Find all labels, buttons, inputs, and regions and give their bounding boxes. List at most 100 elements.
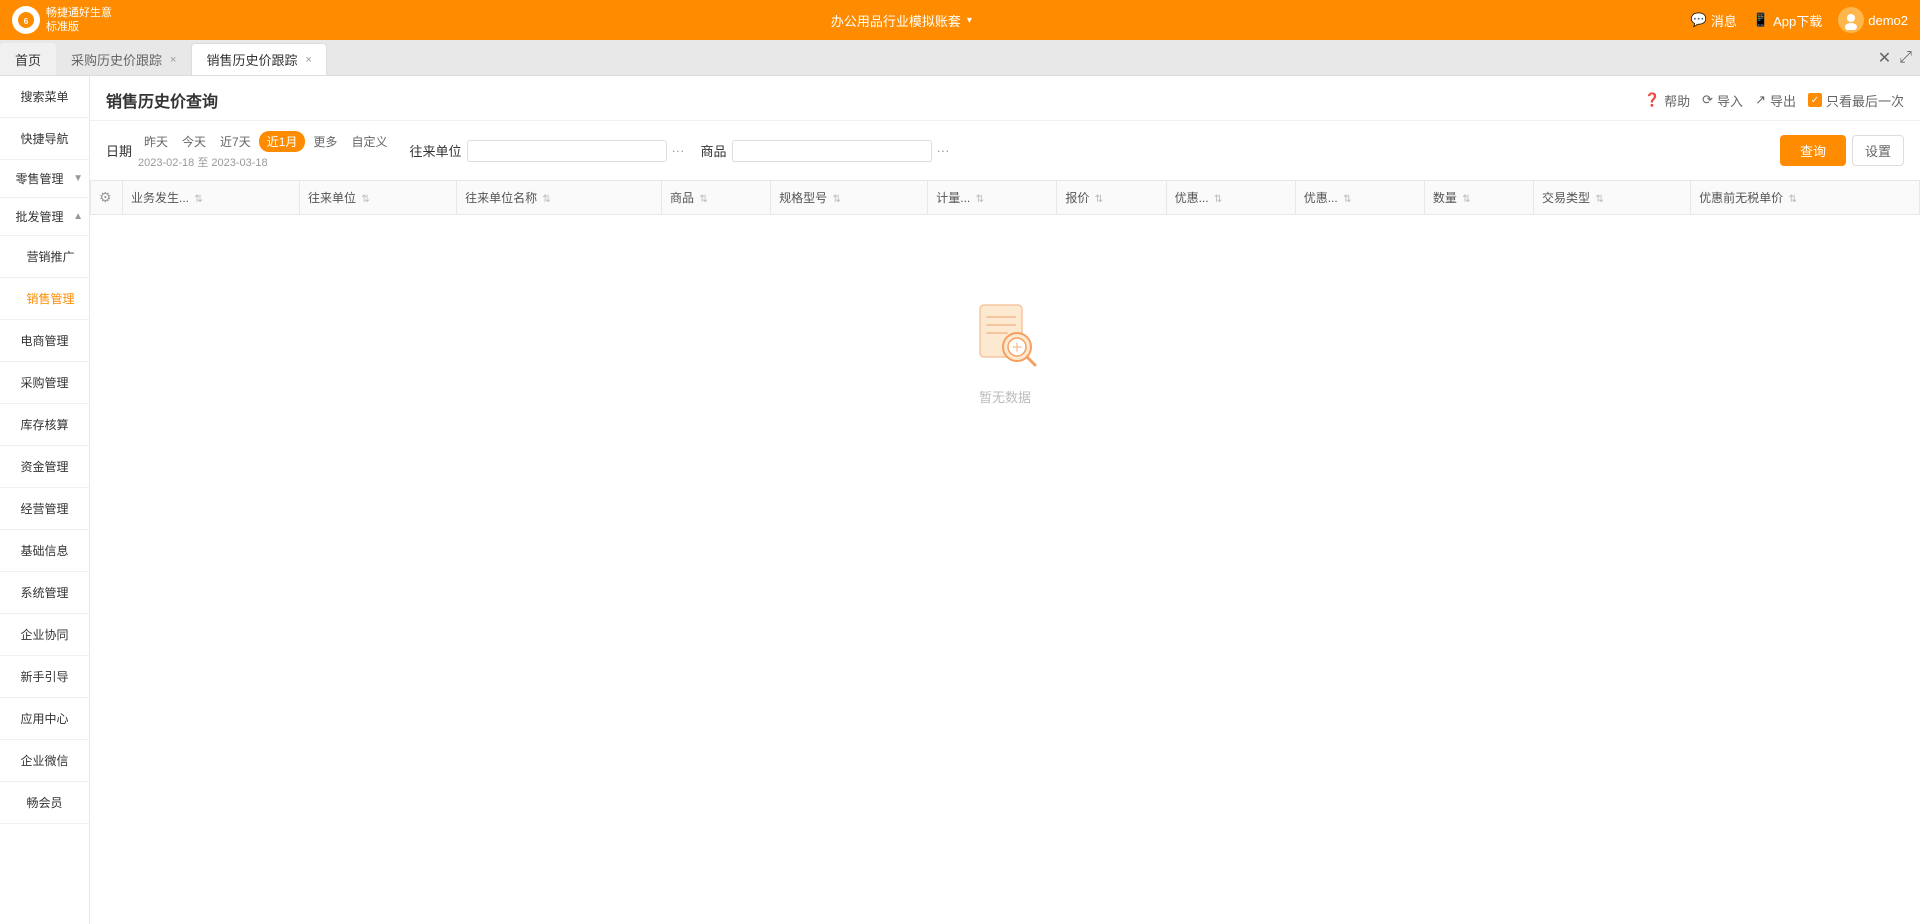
sort-unit[interactable]: ⇅ bbox=[976, 194, 984, 205]
sidebar-item-marketing[interactable]: 营销推广 bbox=[0, 236, 89, 278]
yesterday-button[interactable]: 昨天 bbox=[138, 131, 174, 152]
col-unit: 计量... ⇅ bbox=[928, 181, 1057, 215]
col-quote: 报价 ⇅ bbox=[1057, 181, 1166, 215]
tab-purchase-close[interactable]: × bbox=[170, 54, 176, 66]
main-layout: 搜索菜单 快捷导航 零售管理 ▼ 批发管理 ▲ 营销推广 销售管理 电商管理 采… bbox=[0, 76, 1920, 924]
more-button[interactable]: 更多 bbox=[307, 131, 343, 152]
sidebar-ecommerce-label: 电商管理 bbox=[20, 334, 68, 348]
col-pretax-price: 优惠前无税单价 ⇅ bbox=[1691, 181, 1920, 215]
logo-icon: 6 bbox=[12, 6, 40, 34]
sidebar-item-retail[interactable]: 零售管理 ▼ bbox=[0, 160, 89, 198]
export-icon: ↗ bbox=[1755, 92, 1766, 108]
col-discount2: 优惠... ⇅ bbox=[1295, 181, 1424, 215]
col-discount1: 优惠... ⇅ bbox=[1166, 181, 1295, 215]
sidebar-item-collab[interactable]: 企业协同 bbox=[0, 614, 89, 656]
custom-button[interactable]: 自定义 bbox=[345, 131, 393, 152]
product-dots-button[interactable]: ··· bbox=[936, 143, 949, 158]
sidebar-item-operations[interactable]: 经营管理 bbox=[0, 488, 89, 530]
sidebar-newuser-label: 新手引导 bbox=[20, 670, 68, 684]
sort-quantity[interactable]: ⇅ bbox=[1462, 194, 1470, 205]
sidebar-basics-label: 基础信息 bbox=[20, 544, 68, 558]
download-button[interactable]: 📱 App下载 bbox=[1753, 11, 1822, 30]
export-button[interactable]: ↗ 导出 bbox=[1755, 91, 1796, 110]
today-button[interactable]: 今天 bbox=[176, 131, 212, 152]
sidebar-item-basics[interactable]: 基础信息 bbox=[0, 530, 89, 572]
page-title-bar: 销售历史价查询 ❓ 帮助 ⟳ 导入 ↗ 导出 ✓ 只看最后一次 bbox=[90, 76, 1920, 121]
sidebar-item-ecommerce[interactable]: 电商管理 bbox=[0, 320, 89, 362]
sidebar-item-sales[interactable]: 销售管理 bbox=[0, 278, 89, 320]
sidebar-wholesale-label: 批发管理 bbox=[6, 208, 73, 225]
partner-dots-button[interactable]: ··· bbox=[671, 143, 684, 158]
page-title: 销售历史价查询 bbox=[106, 88, 218, 112]
sidebar-wechat-label: 企业微信 bbox=[20, 754, 68, 768]
sort-partner-code[interactable]: ⇅ bbox=[361, 194, 369, 205]
app-title-dropdown[interactable]: ▾ bbox=[967, 15, 972, 26]
page-actions: ❓ 帮助 ⟳ 导入 ↗ 导出 ✓ 只看最后一次 bbox=[1644, 91, 1904, 110]
only-last-label: 只看最后一次 bbox=[1826, 91, 1904, 110]
logo-area: 6 畅捷通好生意 标准版 bbox=[12, 6, 112, 35]
sort-trade-type[interactable]: ⇅ bbox=[1595, 194, 1603, 205]
product-filter-group: 商品 ··· bbox=[700, 140, 949, 162]
partner-input[interactable] bbox=[467, 140, 667, 162]
sort-discount1[interactable]: ⇅ bbox=[1214, 194, 1222, 205]
product-input-group: ··· bbox=[732, 140, 949, 162]
sidebar-item-newuser[interactable]: 新手引导 bbox=[0, 656, 89, 698]
gear-icon[interactable]: ⚙ bbox=[99, 189, 112, 205]
only-last-checkbox-group[interactable]: ✓ 只看最后一次 bbox=[1808, 91, 1904, 110]
help-button[interactable]: ❓ 帮助 bbox=[1644, 91, 1690, 110]
sidebar-item-member[interactable]: 畅会员 bbox=[0, 782, 89, 824]
tab-home[interactable]: 首页 bbox=[0, 43, 56, 75]
user-area[interactable]: demo2 bbox=[1838, 7, 1908, 33]
date-buttons-col: 昨天 今天 近7天 近1月 更多 自定义 2023-02-18 至 2023-0… bbox=[138, 131, 393, 170]
sidebar-item-wechat[interactable]: 企业微信 bbox=[0, 740, 89, 782]
sidebar-item-quicknav[interactable]: 快捷导航 bbox=[0, 118, 89, 160]
sidebar-item-search[interactable]: 搜索菜单 bbox=[0, 76, 89, 118]
date-filter-group: 日期 昨天 今天 近7天 近1月 更多 自定义 2023-02-18 至 202… bbox=[106, 131, 393, 170]
sort-discount2[interactable]: ⇅ bbox=[1343, 194, 1351, 205]
sort-product[interactable]: ⇅ bbox=[699, 194, 707, 205]
last7days-button[interactable]: 近7天 bbox=[214, 131, 257, 152]
sidebar-appcenter-label: 应用中心 bbox=[20, 712, 68, 726]
sort-partner-name[interactable]: ⇅ bbox=[542, 194, 550, 205]
settings-button[interactable]: 设置 bbox=[1852, 135, 1904, 166]
sidebar-item-wholesale[interactable]: 批发管理 ▲ bbox=[0, 198, 89, 236]
product-filter-label: 商品 bbox=[700, 141, 726, 160]
last1month-button[interactable]: 近1月 bbox=[259, 131, 306, 152]
sidebar-item-inventory[interactable]: 库存核算 bbox=[0, 404, 89, 446]
col-spec: 规格型号 ⇅ bbox=[771, 181, 928, 215]
sidebar-item-finance[interactable]: 资金管理 bbox=[0, 446, 89, 488]
date-btn-group: 昨天 今天 近7天 近1月 更多 自定义 bbox=[138, 131, 393, 152]
tab-sales-history[interactable]: 销售历史价跟踪 × bbox=[191, 43, 326, 75]
sort-spec[interactable]: ⇅ bbox=[833, 194, 841, 205]
query-button[interactable]: 查询 bbox=[1780, 135, 1846, 166]
sidebar-wholesale-arrow: ▲ bbox=[73, 211, 83, 222]
svg-text:6: 6 bbox=[24, 17, 29, 26]
col-settings: ⚙ bbox=[91, 181, 123, 215]
sidebar-marketing-label: 营销推广 bbox=[26, 250, 74, 264]
tab-home-label: 首页 bbox=[15, 50, 41, 69]
window-close-button[interactable]: ✕ bbox=[1878, 48, 1891, 68]
message-button[interactable]: 💬 消息 bbox=[1691, 11, 1737, 30]
table-container: ⚙ 业务发生... ⇅ 往来单位 ⇅ 往来单位名称 ⇅ bbox=[90, 180, 1920, 924]
sidebar-retail-arrow: ▼ bbox=[73, 173, 83, 184]
sidebar-quicknav-label: 快捷导航 bbox=[20, 132, 68, 146]
partner-input-group: ··· bbox=[467, 140, 684, 162]
sidebar-inventory-label: 库存核算 bbox=[20, 418, 68, 432]
sidebar-sales-label: 销售管理 bbox=[26, 292, 74, 306]
download-icon: 📱 bbox=[1753, 12, 1769, 28]
sidebar-item-purchase[interactable]: 采购管理 bbox=[0, 362, 89, 404]
sidebar-operations-label: 经营管理 bbox=[20, 502, 68, 516]
date-range-text: 2023-02-18 至 2023-03-18 bbox=[138, 154, 393, 170]
product-input[interactable] bbox=[732, 140, 932, 162]
sort-biz-date[interactable]: ⇅ bbox=[194, 194, 202, 205]
window-expand-button[interactable]: ⤢ bbox=[1899, 49, 1912, 67]
sort-quote[interactable]: ⇅ bbox=[1095, 194, 1103, 205]
sort-pretax-price[interactable]: ⇅ bbox=[1788, 194, 1796, 205]
sidebar-item-appcenter[interactable]: 应用中心 bbox=[0, 698, 89, 740]
sidebar-item-system[interactable]: 系统管理 bbox=[0, 572, 89, 614]
tab-sales-close[interactable]: × bbox=[305, 54, 311, 66]
import-button[interactable]: ⟳ 导入 bbox=[1702, 91, 1743, 110]
tab-purchase-history[interactable]: 采购历史价跟踪 × bbox=[56, 43, 191, 75]
only-last-checkbox[interactable]: ✓ bbox=[1808, 93, 1822, 107]
sidebar: 搜索菜单 快捷导航 零售管理 ▼ 批发管理 ▲ 营销推广 销售管理 电商管理 采… bbox=[0, 76, 90, 924]
